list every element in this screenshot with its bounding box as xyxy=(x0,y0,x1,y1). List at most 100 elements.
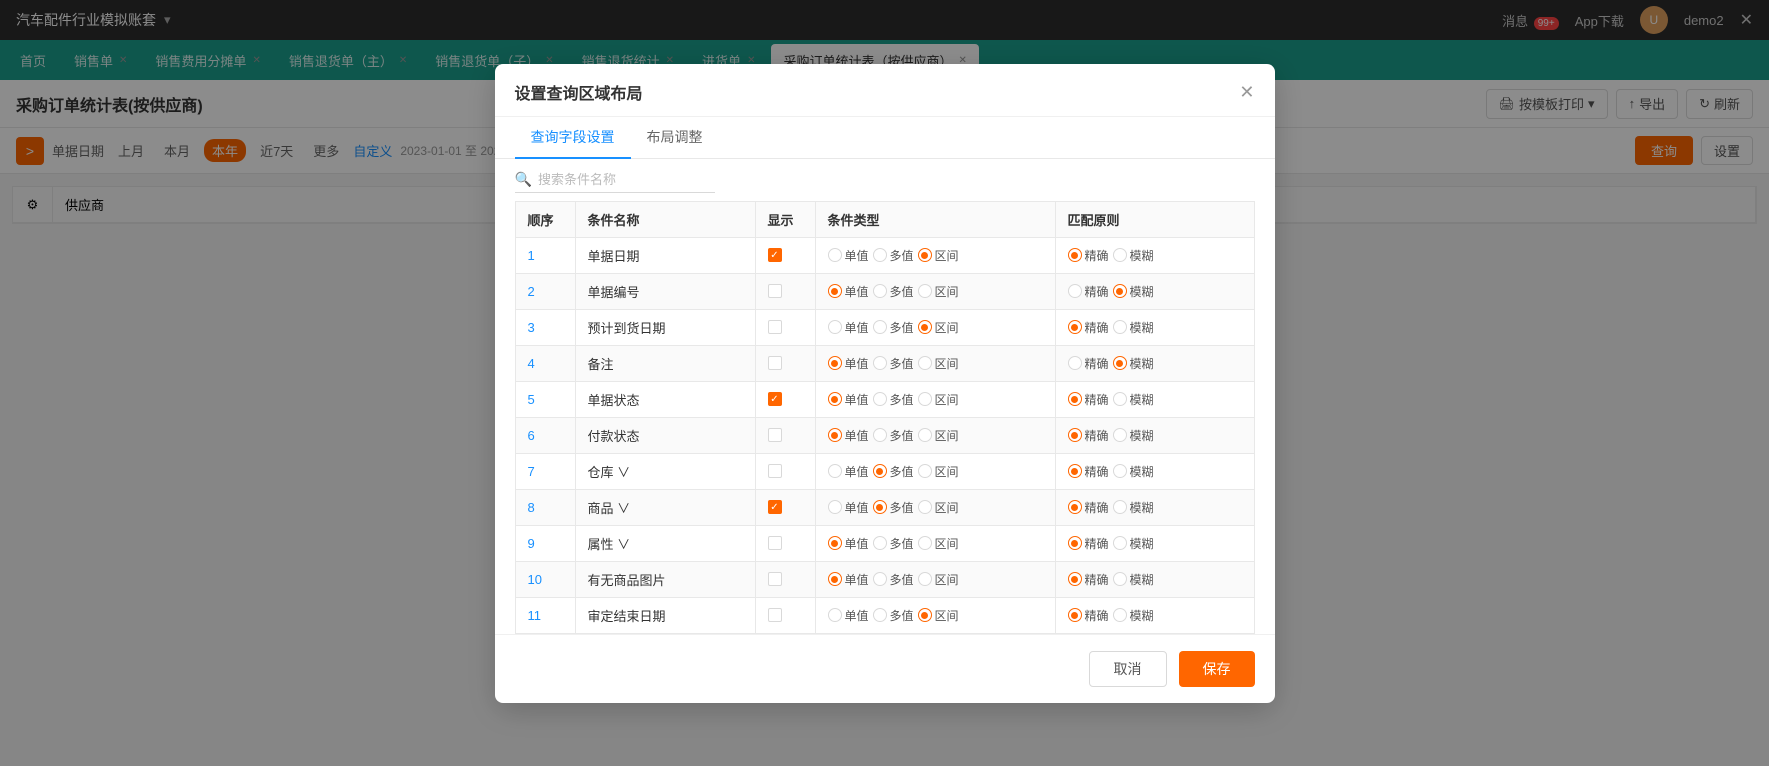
type-option[interactable]: 单值 xyxy=(828,319,869,336)
match-option[interactable]: 精确 xyxy=(1068,535,1109,552)
radio-btn[interactable] xyxy=(873,464,887,478)
radio-btn[interactable] xyxy=(828,464,842,478)
type-option[interactable]: 单值 xyxy=(828,463,869,480)
row-display-checkbox[interactable] xyxy=(756,490,816,525)
radio-btn[interactable] xyxy=(873,536,887,550)
match-option[interactable]: 模糊 xyxy=(1113,391,1154,408)
type-option[interactable]: 单值 xyxy=(828,607,869,624)
radio-btn[interactable] xyxy=(1113,608,1127,622)
type-option[interactable]: 多值 xyxy=(873,283,914,300)
radio-btn[interactable] xyxy=(1113,392,1127,406)
type-option[interactable]: 单值 xyxy=(828,571,869,588)
radio-btn[interactable] xyxy=(1068,248,1082,262)
radio-btn[interactable] xyxy=(1068,572,1082,586)
type-option[interactable]: 单值 xyxy=(828,283,869,300)
radio-btn[interactable] xyxy=(918,284,932,298)
radio-btn[interactable] xyxy=(918,392,932,406)
checkbox[interactable] xyxy=(768,392,782,406)
match-option[interactable]: 精确 xyxy=(1068,607,1109,624)
type-option[interactable]: 区间 xyxy=(918,247,959,264)
radio-btn[interactable] xyxy=(1113,572,1127,586)
radio-btn[interactable] xyxy=(873,248,887,262)
radio-btn[interactable] xyxy=(1113,536,1127,550)
radio-btn[interactable] xyxy=(828,500,842,514)
radio-btn[interactable] xyxy=(918,572,932,586)
radio-btn[interactable] xyxy=(828,320,842,334)
radio-btn[interactable] xyxy=(918,356,932,370)
match-option[interactable]: 模糊 xyxy=(1113,319,1154,336)
checkbox[interactable] xyxy=(768,464,782,478)
radio-btn[interactable] xyxy=(873,608,887,622)
type-option[interactable]: 区间 xyxy=(918,427,959,444)
radio-btn[interactable] xyxy=(1113,356,1127,370)
type-option[interactable]: 单值 xyxy=(828,499,869,516)
match-option[interactable]: 精确 xyxy=(1068,319,1109,336)
radio-btn[interactable] xyxy=(1068,392,1082,406)
match-option[interactable]: 模糊 xyxy=(1113,427,1154,444)
radio-btn[interactable] xyxy=(1068,464,1082,478)
radio-btn[interactable] xyxy=(873,572,887,586)
checkbox[interactable] xyxy=(768,428,782,442)
match-option[interactable]: 模糊 xyxy=(1113,535,1154,552)
radio-btn[interactable] xyxy=(828,608,842,622)
type-option[interactable]: 单值 xyxy=(828,427,869,444)
radio-btn[interactable] xyxy=(1068,500,1082,514)
radio-btn[interactable] xyxy=(828,284,842,298)
row-display-checkbox[interactable] xyxy=(756,310,816,345)
type-option[interactable]: 多值 xyxy=(873,319,914,336)
type-option[interactable]: 多值 xyxy=(873,391,914,408)
type-option[interactable]: 区间 xyxy=(918,499,959,516)
radio-btn[interactable] xyxy=(1113,428,1127,442)
radio-btn[interactable] xyxy=(918,428,932,442)
type-option[interactable]: 多值 xyxy=(873,607,914,624)
checkbox[interactable] xyxy=(768,572,782,586)
type-option[interactable]: 多值 xyxy=(873,535,914,552)
match-option[interactable]: 模糊 xyxy=(1113,607,1154,624)
radio-btn[interactable] xyxy=(1113,284,1127,298)
match-option[interactable]: 精确 xyxy=(1068,571,1109,588)
match-option[interactable]: 精确 xyxy=(1068,391,1109,408)
radio-btn[interactable] xyxy=(873,500,887,514)
type-option[interactable]: 单值 xyxy=(828,355,869,372)
radio-btn[interactable] xyxy=(828,536,842,550)
type-option[interactable]: 区间 xyxy=(918,607,959,624)
radio-btn[interactable] xyxy=(918,464,932,478)
dialog-close-btn[interactable]: ✕ xyxy=(1239,83,1254,101)
row-display-checkbox[interactable] xyxy=(756,346,816,381)
radio-btn[interactable] xyxy=(1068,356,1082,370)
match-option[interactable]: 模糊 xyxy=(1113,283,1154,300)
radio-btn[interactable] xyxy=(1113,500,1127,514)
search-input[interactable] xyxy=(538,172,698,187)
row-display-checkbox[interactable] xyxy=(756,238,816,273)
radio-btn[interactable] xyxy=(1068,284,1082,298)
radio-btn[interactable] xyxy=(873,356,887,370)
radio-btn[interactable] xyxy=(918,536,932,550)
row-display-checkbox[interactable] xyxy=(756,454,816,489)
radio-btn[interactable] xyxy=(1068,608,1082,622)
tab-layout-adjust[interactable]: 布局调整 xyxy=(631,117,719,159)
radio-btn[interactable] xyxy=(873,320,887,334)
radio-btn[interactable] xyxy=(918,608,932,622)
checkbox[interactable] xyxy=(768,284,782,298)
row-display-checkbox[interactable] xyxy=(756,274,816,309)
radio-btn[interactable] xyxy=(918,500,932,514)
match-option[interactable]: 模糊 xyxy=(1113,571,1154,588)
radio-btn[interactable] xyxy=(873,284,887,298)
type-option[interactable]: 单值 xyxy=(828,535,869,552)
match-option[interactable]: 精确 xyxy=(1068,283,1109,300)
type-option[interactable]: 区间 xyxy=(918,535,959,552)
radio-btn[interactable] xyxy=(828,392,842,406)
type-option[interactable]: 多值 xyxy=(873,247,914,264)
row-display-checkbox[interactable] xyxy=(756,382,816,417)
checkbox[interactable] xyxy=(768,536,782,550)
cancel-btn[interactable]: 取消 xyxy=(1089,651,1167,687)
row-display-checkbox[interactable] xyxy=(756,562,816,597)
type-option[interactable]: 区间 xyxy=(918,319,959,336)
type-option[interactable]: 区间 xyxy=(918,463,959,480)
save-btn[interactable]: 保存 xyxy=(1179,651,1255,687)
radio-btn[interactable] xyxy=(1068,536,1082,550)
tab-query-fields[interactable]: 查询字段设置 xyxy=(515,117,631,159)
type-option[interactable]: 多值 xyxy=(873,427,914,444)
checkbox[interactable] xyxy=(768,356,782,370)
radio-btn[interactable] xyxy=(1068,320,1082,334)
